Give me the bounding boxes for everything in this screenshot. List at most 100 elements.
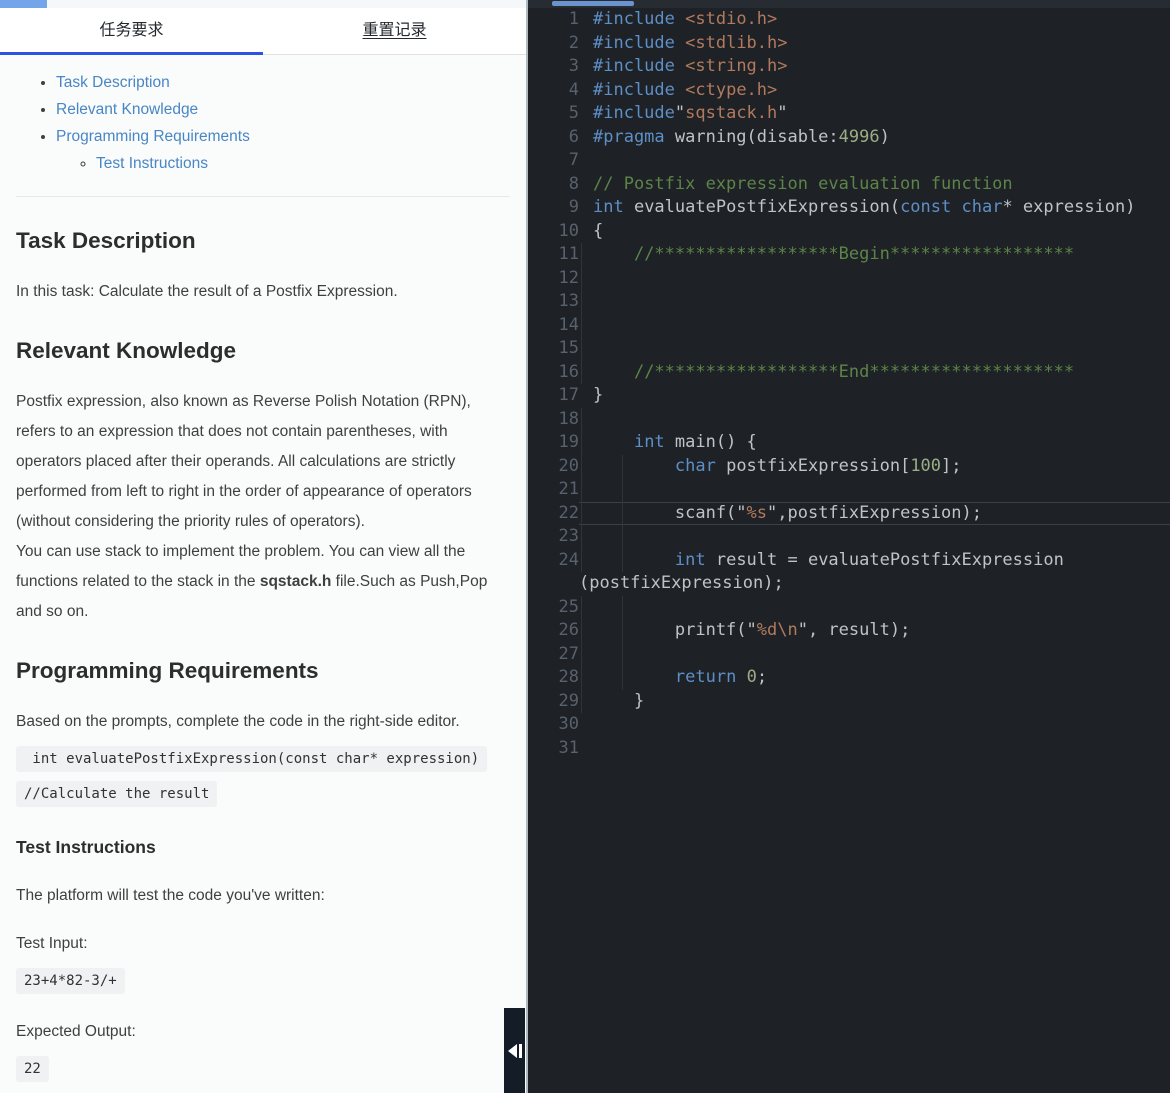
indent-guide bbox=[581, 243, 582, 267]
line-content bbox=[579, 595, 1170, 619]
code-line[interactable]: 5 #include"sqstack.h" bbox=[528, 102, 1170, 126]
line-content: return 0; bbox=[579, 666, 1170, 690]
line-number: 7 bbox=[568, 150, 579, 170]
code-line[interactable]: 21 bbox=[528, 478, 1170, 502]
code-line[interactable]: 23 bbox=[528, 525, 1170, 549]
indent-guide bbox=[581, 525, 582, 549]
code-line[interactable]: 26 printf("%d\n", result); bbox=[528, 619, 1170, 643]
code-line[interactable]: 3 #include <string.h> bbox=[528, 55, 1170, 79]
code-line[interactable]: 1 #include <stdio.h> bbox=[528, 8, 1170, 32]
test-input-label: Test Input: bbox=[16, 935, 88, 952]
toc-item: Test Instructions bbox=[96, 150, 510, 177]
token-pl: evaluatePostfixExpression( bbox=[623, 197, 901, 217]
toc-link-test-instructions[interactable]: Test Instructions bbox=[96, 155, 208, 172]
tab-task-requirements[interactable]: 任务要求 bbox=[0, 8, 263, 54]
indent-guide bbox=[581, 478, 582, 502]
line-content: scanf("%s",postfixExpression); bbox=[579, 501, 1170, 525]
line-content bbox=[579, 290, 1170, 314]
code-editor[interactable]: 1 #include <stdio.h> 2 #include <stdlib.h> 3… bbox=[528, 0, 1170, 1093]
token-num: 4996 bbox=[838, 126, 880, 147]
code-line[interactable]: 4 #include <ctype.h> bbox=[528, 79, 1170, 103]
indent-guide bbox=[581, 337, 582, 361]
indent-guide bbox=[622, 642, 623, 666]
toc-link-task-description[interactable]: Task Description bbox=[56, 74, 170, 91]
token-num: 100 bbox=[910, 455, 942, 476]
tab-reset-records[interactable]: 重置记录 bbox=[263, 8, 526, 54]
token-kw: #include bbox=[593, 56, 675, 76]
code-line[interactable]: 13 bbox=[528, 290, 1170, 314]
code-line[interactable]: 10 { bbox=[528, 220, 1170, 244]
code-line[interactable]: 29 } bbox=[528, 689, 1170, 713]
line-number: 3 bbox=[568, 56, 579, 76]
line-content: // Postfix expression evaluation functio… bbox=[579, 173, 1170, 197]
code-line[interactable]: 24 int result = evaluatePostfixExpressio… bbox=[528, 548, 1170, 572]
line-content: } bbox=[579, 384, 1170, 408]
code-line[interactable]: 9 int evaluatePostfixExpression(const cha… bbox=[528, 196, 1170, 220]
collapse-left-icon-bar bbox=[518, 1043, 522, 1058]
programming-requirements-body: Based on the prompts, complete the code … bbox=[16, 713, 460, 730]
token-kw: #include bbox=[593, 79, 675, 100]
line-content: int main() { bbox=[579, 431, 1170, 455]
code-line[interactable]: 19 int main() { bbox=[528, 431, 1170, 455]
code-line[interactable]: 22 scanf("%s",postfixExpression); bbox=[528, 501, 1170, 525]
tab-reset-records-label: 重置记录 bbox=[362, 22, 427, 39]
token-str: sqstack.h bbox=[685, 103, 778, 123]
editor-code-area[interactable]: 1 #include <stdio.h> 2 #include <stdlib.h> 3… bbox=[528, 8, 1170, 760]
active-tab-underline bbox=[0, 52, 263, 55]
token-kw: #include bbox=[593, 9, 675, 29]
task-panel: 任务要求 重置记录 Task Description Relevant Knowl… bbox=[0, 0, 526, 1093]
line-content bbox=[579, 266, 1170, 290]
line-content bbox=[579, 407, 1170, 431]
line-content: #include <ctype.h> bbox=[579, 79, 1170, 103]
toc-link-programming-requirements[interactable]: Programming Requirements bbox=[56, 128, 250, 145]
code-line[interactable]: 7 bbox=[528, 149, 1170, 173]
token-kw: const bbox=[900, 197, 952, 217]
indent-guide bbox=[581, 501, 582, 525]
line-content: //******************Begin***************… bbox=[579, 243, 1170, 267]
token-kw: return bbox=[674, 667, 737, 687]
indent-guide bbox=[581, 619, 582, 643]
token-str: %d\n bbox=[756, 620, 798, 640]
code-line[interactable]: 18 bbox=[528, 407, 1170, 431]
code-line[interactable]: 12 bbox=[528, 266, 1170, 290]
test-instructions-heading: Test Instructions bbox=[16, 837, 156, 857]
code-line[interactable]: 31 bbox=[528, 737, 1170, 761]
token-pl: ; bbox=[756, 667, 768, 687]
code-line[interactable]: 15 bbox=[528, 337, 1170, 361]
code-line[interactable]: 20 char postfixExpression[100]; bbox=[528, 454, 1170, 478]
code-line[interactable]: 14 bbox=[528, 313, 1170, 337]
code-line[interactable]: 28 return 0; bbox=[528, 666, 1170, 690]
tab-bar: 任务要求 重置记录 bbox=[0, 8, 526, 55]
code-line[interactable]: 11 //******************Begin************… bbox=[528, 243, 1170, 267]
token-str: <ctype.h> bbox=[685, 79, 778, 100]
panel-collapse-handle[interactable] bbox=[504, 1008, 525, 1093]
line-number: 25 bbox=[558, 596, 579, 617]
token-com: //******************End*****************… bbox=[633, 361, 1075, 382]
indent-guide bbox=[581, 689, 582, 713]
code-line[interactable]: 8 // Postfix expression evaluation functi… bbox=[528, 173, 1170, 197]
indent-guide bbox=[622, 666, 623, 690]
indent-guide bbox=[581, 290, 582, 314]
code-line[interactable]: 17} bbox=[528, 384, 1170, 408]
line-content: } bbox=[579, 689, 1170, 713]
token-pl: { bbox=[593, 220, 604, 241]
toc-link-relevant-knowledge[interactable]: Relevant Knowledge bbox=[56, 101, 198, 118]
code-line[interactable]: 6 #pragma warning(disable:4996) bbox=[528, 126, 1170, 150]
code-line[interactable]: 27 bbox=[528, 642, 1170, 666]
line-number: 8 bbox=[568, 173, 579, 194]
code-line[interactable]: 16 //******************End**************… bbox=[528, 360, 1170, 384]
code-line-wrap[interactable]: (postfixExpression); bbox=[528, 572, 1170, 596]
line-number: 6 bbox=[568, 126, 579, 147]
code-line[interactable]: 2 #include <stdlib.h> bbox=[528, 32, 1170, 56]
token-pl: ]; bbox=[941, 455, 962, 476]
editor-hscrollbar-thumb[interactable] bbox=[552, 1, 634, 6]
code-line[interactable]: 25 bbox=[528, 595, 1170, 619]
task-description-body: In this task: Calculate the result of a … bbox=[16, 283, 398, 300]
programming-requirements-heading: Programming Requirements bbox=[16, 658, 319, 683]
code-line[interactable]: 30 bbox=[528, 713, 1170, 737]
